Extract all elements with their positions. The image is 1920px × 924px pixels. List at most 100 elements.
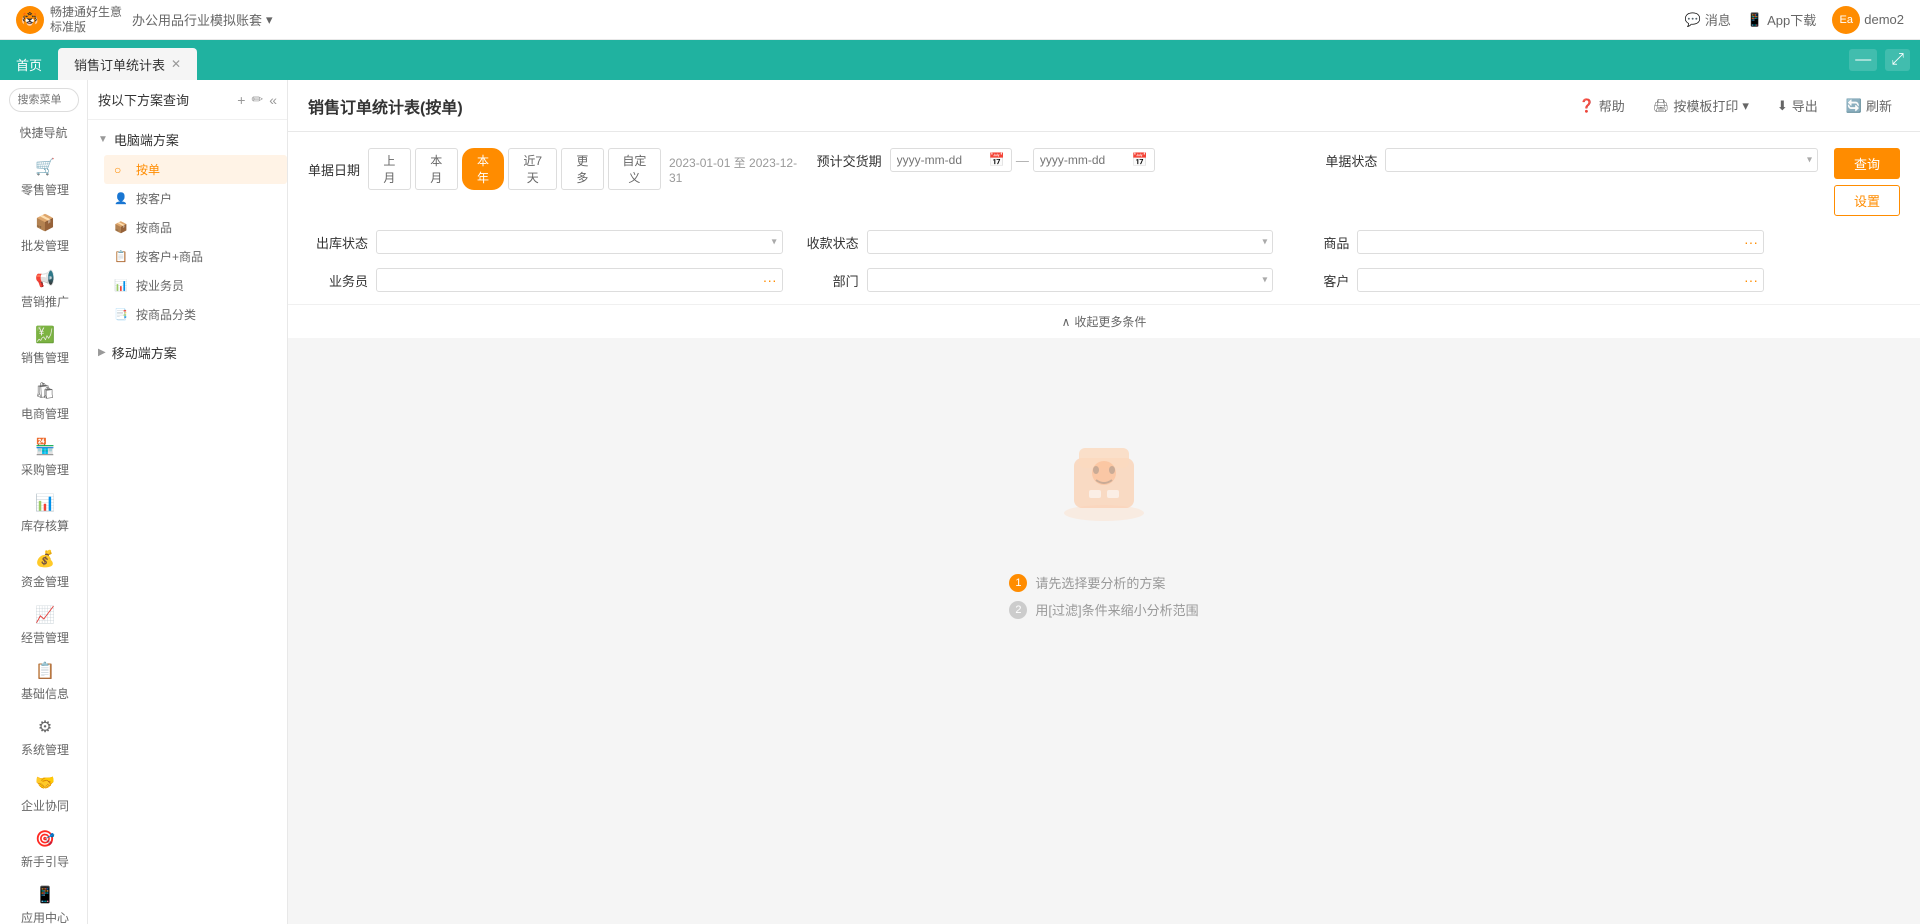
sidebar-item-retail[interactable]: 🛒 零售管理 — [0, 149, 87, 205]
tab-minimize-btn[interactable]: — — [1849, 49, 1877, 71]
preset-more[interactable]: 更多 — [561, 148, 604, 190]
date-range-text: 2023-01-01 至 2023-12-31 — [669, 154, 801, 185]
customer-input[interactable] — [1357, 268, 1764, 292]
dept-select[interactable] — [867, 268, 1274, 292]
template-print-btn[interactable]: 🖨 按模板打印 ▾ — [1645, 92, 1757, 119]
calendar-icon-1[interactable]: 📅 — [989, 152, 1005, 168]
stock-label: 出库状态 — [308, 233, 368, 252]
sidebar: 快捷导航 🛒 零售管理 📦 批发管理 📢 营销推广 💹 销售管理 🛍 电商管理 … — [0, 80, 88, 924]
sales-tab-label: 销售订单统计表 — [74, 55, 165, 74]
date-presets: 上月 本月 本年 近7天 更多 自定义 — [368, 148, 661, 190]
settings-button[interactable]: 设置 — [1834, 185, 1900, 216]
app-title[interactable]: 办公用品行业模拟账套 ▾ — [132, 10, 273, 29]
expected-date-to[interactable] — [1040, 153, 1128, 167]
preset-this-month[interactable]: 本月 — [415, 148, 458, 190]
appcenter-icon: 📱 — [35, 885, 55, 905]
scheme-edit-btn[interactable]: ✏ — [251, 91, 263, 108]
page-actions: ❓ 帮助 🖨 按模板打印 ▾ ⬇ 导出 🔄 刷新 — [1571, 92, 1900, 119]
salesperson-label: 业务员 — [308, 271, 368, 290]
tab-close-icon[interactable]: ✕ — [171, 57, 181, 71]
goods-dots-icon[interactable]: ··· — [1744, 234, 1758, 250]
scheme-item-by-salesperson[interactable]: 📊 按业务员 — [104, 271, 287, 300]
title-dropdown-icon: ▾ — [266, 12, 273, 28]
scheme-add-btn[interactable]: + — [237, 92, 245, 108]
tip-1-text: 请先选择要分析的方案 — [1035, 573, 1165, 592]
sidebar-item-appcenter[interactable]: 📱 应用中心 — [0, 877, 87, 924]
sidebar-item-ecommerce[interactable]: 🛍 电商管理 — [0, 373, 87, 429]
finance-label: 资金管理 — [21, 573, 69, 590]
scheme-item-by-order[interactable]: ○ 按单 — [104, 155, 287, 184]
preset-last-month[interactable]: 上月 — [368, 148, 411, 190]
query-button[interactable]: 查询 — [1834, 148, 1900, 179]
message-button[interactable]: 💬 消息 — [1685, 10, 1731, 29]
empty-illustration — [1044, 418, 1164, 557]
by-order-icon: ○ — [114, 163, 130, 177]
payment-select[interactable] — [867, 230, 1274, 254]
sidebar-item-wholesale[interactable]: 📦 批发管理 — [0, 205, 87, 261]
sidebar-item-sales[interactable]: 💹 销售管理 — [0, 317, 87, 373]
pc-section-title[interactable]: ▼ 电脑端方案 — [88, 124, 287, 155]
by-category-icon: 📑 — [114, 308, 130, 321]
scheme-header-icons: + ✏ « — [237, 91, 277, 108]
tab-sales-order[interactable]: 销售订单统计表 ✕ — [58, 48, 197, 80]
sidebar-item-purchase[interactable]: 🏪 采购管理 — [0, 429, 87, 485]
sidebar-item-system[interactable]: ⚙ 系统管理 — [0, 709, 87, 765]
preset-7-days[interactable]: 近7天 — [508, 148, 557, 190]
app-download-button[interactable]: 📱 App下载 — [1747, 10, 1816, 29]
tab-home[interactable]: 首页 — [0, 48, 58, 80]
sidebar-item-operations[interactable]: 📈 经营管理 — [0, 597, 87, 653]
inventory-label: 库存核算 — [21, 517, 69, 534]
mobile-section-title[interactable]: ▶ 移动端方案 — [88, 337, 287, 368]
calendar-icon-2[interactable]: 📅 — [1132, 152, 1148, 168]
content-area: 按以下方案查询 + ✏ « ▼ 电脑端方案 ○ 按单 — [88, 80, 1920, 924]
user-menu[interactable]: Ea demo2 — [1832, 6, 1904, 34]
mobile-section-label: 移动端方案 — [112, 343, 177, 362]
tip-1-num: 1 — [1009, 574, 1027, 592]
pc-section-label: 电脑端方案 — [114, 130, 179, 149]
sidebar-item-inventory[interactable]: 📊 库存核算 — [0, 485, 87, 541]
sidebar-item-enterprise[interactable]: 🤝 企业协同 — [0, 765, 87, 821]
preset-custom[interactable]: 自定义 — [608, 148, 661, 190]
help-btn[interactable]: ❓ 帮助 — [1571, 92, 1633, 119]
sidebar-item-finance[interactable]: 💰 资金管理 — [0, 541, 87, 597]
tab-maximize-btn[interactable]: ⤢ — [1885, 49, 1910, 71]
sidebar-item-basic[interactable]: 📋 基础信息 — [0, 653, 87, 709]
search-input[interactable] — [9, 88, 79, 112]
status-select[interactable] — [1385, 148, 1818, 172]
export-btn[interactable]: ⬇ 导出 — [1769, 92, 1826, 119]
customer-dots-icon[interactable]: ··· — [1744, 272, 1758, 288]
logo-text: 畅捷通好生意 标准版 — [50, 5, 122, 34]
refresh-btn[interactable]: 🔄 刷新 — [1838, 92, 1900, 119]
sidebar-item-guide[interactable]: 🎯 新手引导 — [0, 821, 87, 877]
scheme-collapse-btn[interactable]: « — [269, 92, 277, 108]
basic-icon: 📋 — [35, 661, 55, 681]
salesperson-input[interactable] — [376, 268, 783, 292]
scheme-item-by-customer[interactable]: 👤 按客户 — [104, 184, 287, 213]
sidebar-item-marketing[interactable]: 📢 营销推广 — [0, 261, 87, 317]
salesperson-dots-icon[interactable]: ··· — [763, 272, 777, 288]
print-arrow-icon: ▾ — [1742, 98, 1749, 114]
empty-svg-icon — [1044, 418, 1164, 538]
logo-area[interactable]: 🐯 畅捷通好生意 标准版 — [16, 5, 122, 34]
scheme-item-by-goods[interactable]: 📦 按商品 — [104, 213, 287, 242]
goods-input[interactable] — [1357, 230, 1764, 254]
by-customer-label: 按客户 — [136, 190, 172, 207]
operations-label: 经营管理 — [21, 629, 69, 646]
by-salesperson-label: 按业务员 — [136, 277, 184, 294]
preset-this-year[interactable]: 本年 — [462, 148, 505, 190]
page-header: 销售订单统计表(按单) ❓ 帮助 🖨 按模板打印 ▾ ⬇ 导出 — [288, 80, 1920, 132]
expected-date-from[interactable] — [897, 153, 985, 167]
quick-nav[interactable]: 快捷导航 — [0, 120, 87, 145]
enterprise-icon: 🤝 — [35, 773, 55, 793]
collapse-more-btn[interactable]: ∧ 收起更多条件 — [288, 304, 1920, 338]
scheme-panel: 按以下方案查询 + ✏ « ▼ 电脑端方案 ○ 按单 — [88, 80, 288, 924]
sales-label: 销售管理 — [21, 349, 69, 366]
scheme-item-by-customer-goods[interactable]: 📋 按客户+商品 — [104, 242, 287, 271]
avatar: Ea — [1832, 6, 1860, 34]
customer-label: 客户 — [1289, 271, 1349, 290]
scheme-item-by-category[interactable]: 📑 按商品分类 — [104, 300, 287, 329]
by-goods-icon: 📦 — [114, 221, 130, 234]
stock-select[interactable] — [376, 230, 783, 254]
tab-bar-right: — ⤢ — [1849, 49, 1910, 71]
marketing-icon: 📢 — [35, 269, 55, 289]
